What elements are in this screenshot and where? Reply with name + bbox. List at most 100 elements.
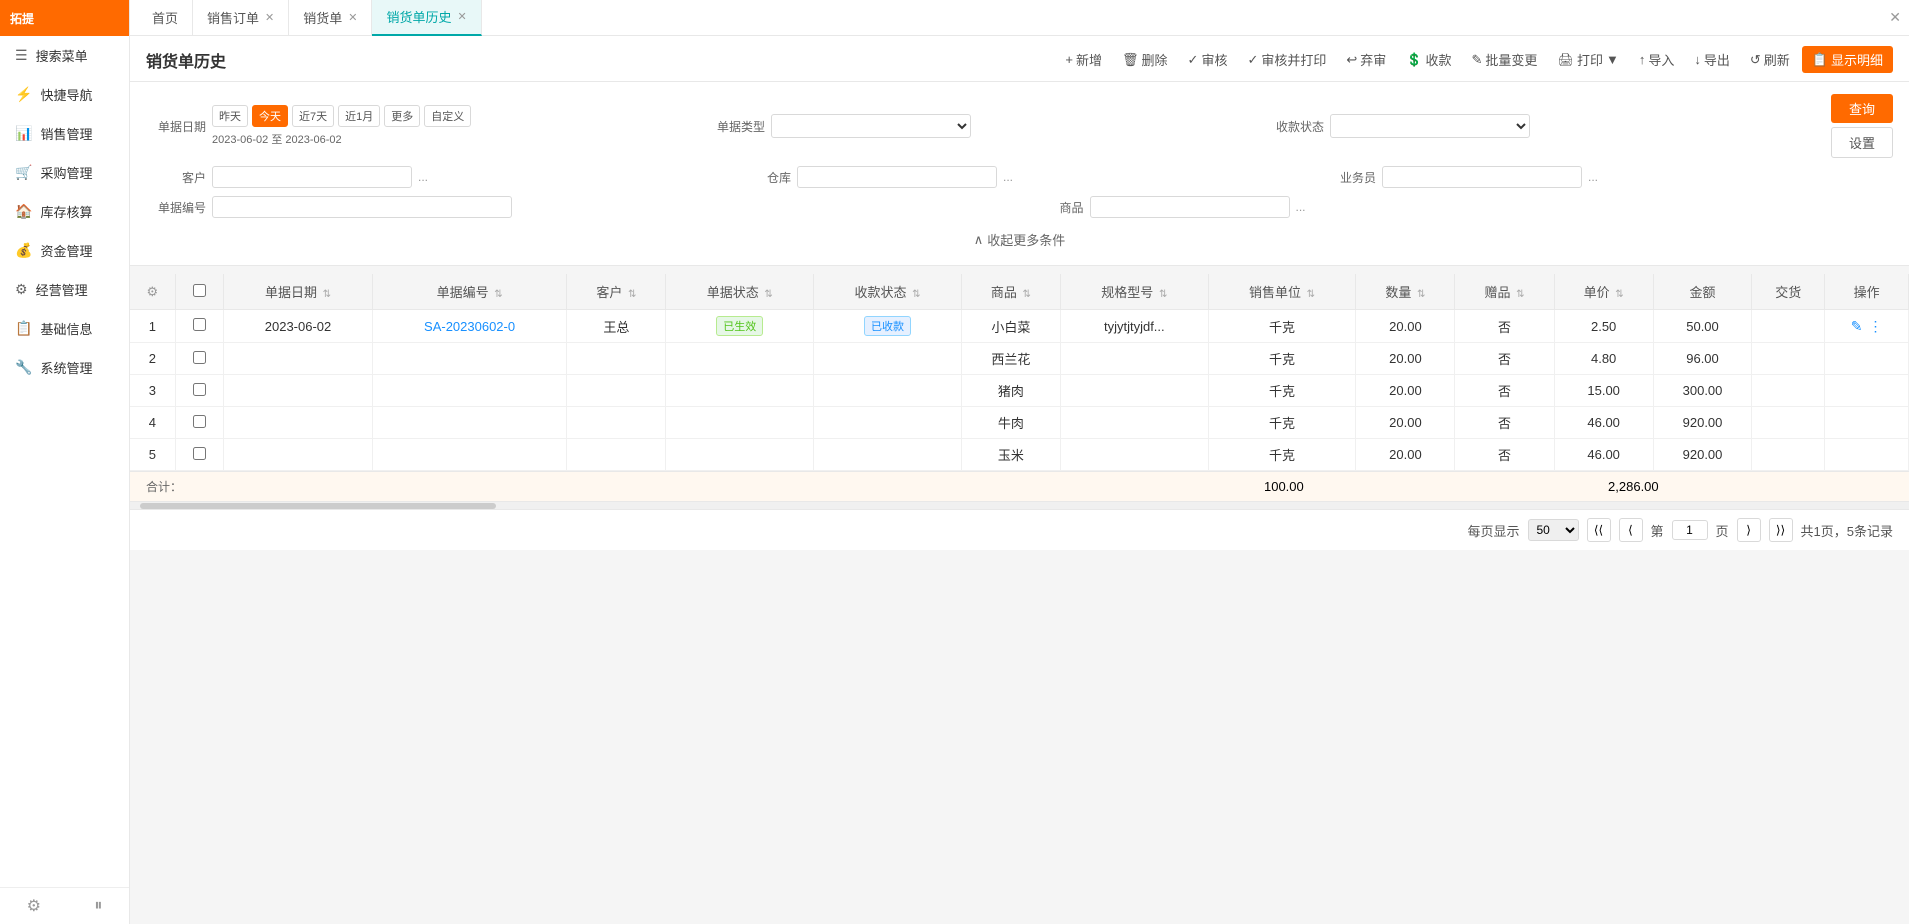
cell-actions[interactable]	[1825, 407, 1909, 439]
col-settings[interactable]: ⚙	[130, 274, 175, 310]
select-all-checkbox[interactable]	[193, 284, 206, 297]
audit-print-button[interactable]: ✓ 审核并打印	[1239, 46, 1334, 73]
show-detail-button[interactable]: 📋 显示明细	[1802, 46, 1893, 73]
date-more-btn[interactable]: 更多	[384, 105, 420, 127]
more-icon[interactable]: ⋮	[1868, 318, 1882, 335]
col-gift[interactable]: 赠品 ⇅	[1455, 274, 1554, 310]
date-1month-btn[interactable]: 近1月	[338, 105, 380, 127]
warehouse-input[interactable]	[797, 166, 997, 188]
settings-bottom-icon[interactable]: ⚙	[27, 896, 41, 916]
sidebar-item-purchase-mgmt[interactable]: 🛒 采购管理	[0, 153, 129, 192]
cell-checkbox[interactable]	[175, 343, 224, 375]
delete-button[interactable]: 🗑 删除	[1114, 46, 1176, 73]
cell-actions[interactable]	[1825, 375, 1909, 407]
col-spec-type[interactable]: 规格型号 ⇅	[1060, 274, 1208, 310]
filter-row-2: 客户 ... 仓库 ... 业务员 ...	[146, 166, 1893, 188]
pause-bottom-icon[interactable]: ⏸	[94, 897, 102, 915]
collect-status-select[interactable]	[1330, 114, 1530, 138]
col-collect-status[interactable]: 收款状态 ⇅	[814, 274, 962, 310]
cell-checkbox[interactable]	[175, 407, 224, 439]
last-page-btn[interactable]: ⟩⟩	[1769, 518, 1793, 542]
collapse-button[interactable]: ∧ 收起更多条件	[146, 226, 1893, 253]
customer-input[interactable]	[212, 166, 412, 188]
tab-sales-order[interactable]: 销售订单 ✕	[193, 0, 289, 36]
query-button[interactable]: 查询	[1831, 94, 1893, 123]
collect-button[interactable]: 💲 收款	[1398, 46, 1459, 73]
settings-col-icon[interactable]: ⚙	[146, 284, 158, 299]
sidebar-item-operations-mgmt[interactable]: ⚙ 经营管理	[0, 270, 129, 309]
customer-dots[interactable]: ...	[418, 170, 428, 184]
new-button[interactable]: + 新增	[1057, 46, 1110, 73]
col-doc-status[interactable]: 单据状态 ⇅	[666, 274, 814, 310]
import-button[interactable]: ↑ 导入	[1631, 46, 1683, 73]
cell-checkbox[interactable]	[175, 310, 224, 343]
salesperson-dots[interactable]: ...	[1588, 170, 1598, 184]
date-7days-btn[interactable]: 近7天	[292, 105, 334, 127]
next-page-btn[interactable]: ⟩	[1737, 518, 1761, 542]
col-quantity[interactable]: 数量 ⇅	[1356, 274, 1455, 310]
cell-row-num: 5	[130, 439, 175, 471]
doc-no-input[interactable]	[212, 196, 512, 218]
cell-gift: 否	[1455, 375, 1554, 407]
cell-doc-no[interactable]	[372, 375, 567, 407]
col-product[interactable]: 商品 ⇅	[961, 274, 1060, 310]
cell-doc-no[interactable]	[372, 439, 567, 471]
cell-doc-no[interactable]	[372, 343, 567, 375]
cell-customer	[567, 343, 666, 375]
sidebar-item-system-mgmt[interactable]: 🔧 系统管理	[0, 348, 129, 387]
tab-sales-order-close[interactable]: ✕	[265, 11, 274, 24]
date-today-btn[interactable]: 今天	[252, 105, 288, 127]
export-button[interactable]: ↓ 导出	[1686, 46, 1738, 73]
tab-sales-history[interactable]: 销货单历史 ✕	[372, 0, 481, 36]
tab-sales-history-close[interactable]: ✕	[458, 10, 467, 23]
sidebar-item-inventory[interactable]: 🏠 库存核算	[0, 192, 129, 231]
cell-doc-no[interactable]: SA-20230602-0	[372, 310, 567, 343]
set-button[interactable]: 设置	[1831, 127, 1893, 158]
per-page-select[interactable]: 10 20 50 100	[1528, 519, 1579, 541]
sidebar-item-basic-info[interactable]: 📋 基础信息	[0, 309, 129, 348]
page-input[interactable]	[1672, 520, 1708, 540]
cell-actions[interactable]	[1825, 439, 1909, 471]
refresh-button[interactable]: ↺ 刷新	[1742, 46, 1798, 73]
toolbar: + 新增 🗑 删除 ✓ 审核 ✓ 审核并打印 ↩ 弃审	[1057, 46, 1893, 73]
cell-checkbox[interactable]	[175, 375, 224, 407]
cell-row-num: 4	[130, 407, 175, 439]
horizontal-scrollbar[interactable]	[130, 501, 1909, 509]
col-customer[interactable]: 客户 ⇅	[567, 274, 666, 310]
date-yesterday-btn[interactable]: 昨天	[212, 105, 248, 127]
prev-page-btn[interactable]: ⟨	[1619, 518, 1643, 542]
sidebar-item-search-menu[interactable]: ☰ 搜索菜单	[0, 36, 129, 75]
product-dots[interactable]: ...	[1296, 200, 1306, 214]
batch-change-button[interactable]: ✎ 批量变更	[1464, 46, 1546, 73]
sidebar-item-finance-mgmt[interactable]: 💰 资金管理	[0, 231, 129, 270]
tab-home[interactable]: 首页	[138, 0, 193, 36]
salesperson-input[interactable]	[1382, 166, 1582, 188]
cell-collect-status	[814, 343, 962, 375]
tab-sales-delivery[interactable]: 销货单 ✕	[289, 0, 372, 36]
print-button[interactable]: 🖨 打印 ▼	[1549, 46, 1626, 73]
col-amount[interactable]: 金额	[1653, 274, 1752, 310]
cell-checkbox[interactable]	[175, 439, 224, 471]
col-actions-label: 操作	[1854, 285, 1880, 300]
col-transaction[interactable]: 交货	[1752, 274, 1825, 310]
first-page-btn[interactable]: ⟨⟨	[1587, 518, 1611, 542]
cell-doc-no[interactable]	[372, 407, 567, 439]
tab-bar-close-icon[interactable]: ✕	[1889, 9, 1901, 26]
cell-actions[interactable]: ✎⋮	[1825, 310, 1909, 343]
warehouse-dots[interactable]: ...	[1003, 170, 1013, 184]
cell-actions[interactable]	[1825, 343, 1909, 375]
doc-type-select[interactable]	[771, 114, 971, 138]
sidebar-item-sales-mgmt[interactable]: 📊 销售管理	[0, 114, 129, 153]
col-sales-unit[interactable]: 销售单位 ⇅	[1208, 274, 1356, 310]
product-input[interactable]	[1090, 196, 1290, 218]
date-custom-btn[interactable]: 自定义	[424, 105, 471, 127]
sidebar-item-quick-nav[interactable]: ⚡ 快捷导航	[0, 75, 129, 114]
audit-button[interactable]: ✓ 审核	[1180, 46, 1236, 73]
discard-button[interactable]: ↩ 弃审	[1338, 46, 1394, 73]
col-unit-price[interactable]: 单价 ⇅	[1554, 274, 1653, 310]
col-checkbox[interactable]	[175, 274, 224, 310]
edit-icon[interactable]: ✎	[1851, 318, 1863, 335]
col-doc-no[interactable]: 单据编号 ⇅	[372, 274, 567, 310]
tab-sales-delivery-close[interactable]: ✕	[348, 11, 357, 24]
col-doc-date[interactable]: 单据日期 ⇅	[224, 274, 373, 310]
